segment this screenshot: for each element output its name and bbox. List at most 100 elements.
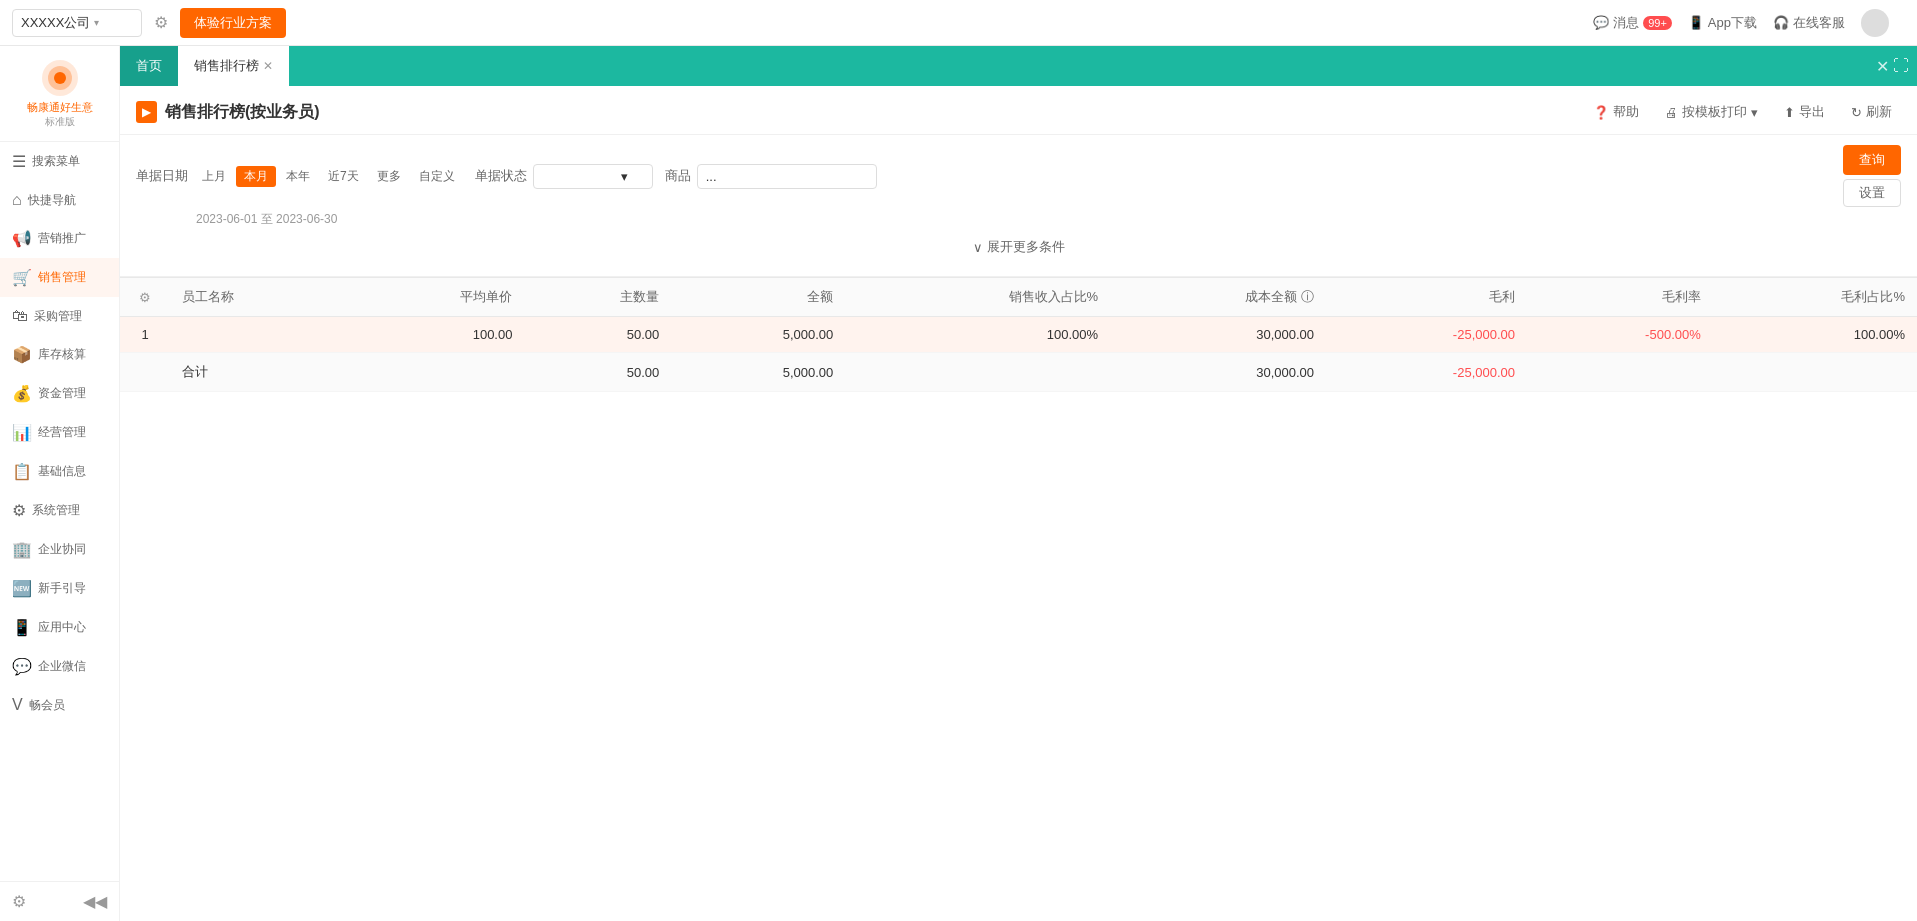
th-gross-pct: 毛利占比%	[1713, 278, 1917, 317]
sidebar-item-member[interactable]: V 畅会员	[0, 686, 119, 724]
cell-rank: 1	[120, 317, 170, 353]
export-icon: ⬆	[1784, 105, 1795, 120]
date-tab-this-year[interactable]: 本年	[278, 166, 318, 187]
status-filter-group: 单据状态 ▾	[475, 164, 653, 189]
headset-icon: 🎧	[1773, 15, 1789, 30]
marketing-label: 营销推广	[38, 230, 86, 247]
th-gear-icon[interactable]: ⚙	[139, 290, 151, 305]
tab-sales-rank[interactable]: 销售排行榜 ✕	[178, 46, 289, 86]
inventory-icon: 📦	[12, 345, 32, 364]
footer-gross-pct	[1713, 353, 1917, 392]
sidebar-item-basic-info[interactable]: 📋 基础信息	[0, 452, 119, 491]
expand-label: 展开更多条件	[987, 238, 1065, 256]
cell-amount: 5,000.00	[671, 317, 845, 353]
sidebar-item-enterprise[interactable]: 🏢 企业协同	[0, 530, 119, 569]
tab-close-icon[interactable]: ✕	[263, 59, 273, 73]
query-button[interactable]: 查询	[1843, 145, 1901, 175]
print-chevron-icon: ▾	[1751, 105, 1758, 120]
operations-icon: 📊	[12, 423, 32, 442]
expand-button[interactable]: ∨ 展开更多条件	[965, 234, 1073, 260]
th-amount: 全额	[671, 278, 845, 317]
date-tab-7days[interactable]: 近7天	[320, 166, 367, 187]
cell-sales-pct: 100.00%	[845, 317, 1110, 353]
sidebar-item-purchase[interactable]: 🛍 采购管理	[0, 297, 119, 335]
maximize-icon[interactable]: ⛶	[1893, 57, 1909, 76]
goods-select[interactable]: ...	[697, 164, 877, 189]
table-body: 1 100.00 50.00 5,000.00 100.00% 30,000.0…	[120, 317, 1917, 353]
sidebar-item-app-center[interactable]: 📱 应用中心	[0, 608, 119, 647]
date-filter-group: 单据日期 上月 本月 本年 近7天 更多 自定义	[136, 166, 463, 187]
footer-gross: -25,000.00	[1326, 353, 1527, 392]
refresh-icon: ↻	[1851, 105, 1862, 120]
system-icon: ⚙	[12, 501, 26, 520]
date-tab-custom[interactable]: 自定义	[411, 166, 463, 187]
close-window-icon[interactable]: ✕	[1876, 57, 1889, 76]
footer-row: 合计 50.00 5,000.00 30,000.00 -25,000.00	[120, 353, 1917, 392]
template-print-button[interactable]: 🖨 按模板打印 ▾	[1656, 98, 1767, 126]
tab-home[interactable]: 首页	[120, 46, 178, 86]
date-tab-last-month[interactable]: 上月	[194, 166, 234, 187]
date-range-text: 2023-06-01 至 2023-06-30	[196, 212, 337, 226]
sidebar-item-search-order[interactable]: ☰ 搜索菜单	[0, 142, 119, 181]
tab-bar: 首页 销售排行榜 ✕ ✕ ⛶	[120, 46, 1917, 86]
enterprise-icon: 🏢	[12, 540, 32, 559]
date-tab-this-month[interactable]: 本月	[236, 166, 276, 187]
sidebar-item-quick-nav[interactable]: ⌂ 快捷导航	[0, 181, 119, 219]
expand-icon: ∨	[973, 240, 983, 255]
th-avg-price: 平均单价	[347, 278, 524, 317]
tab-sales-rank-label: 销售排行榜	[194, 57, 259, 75]
collapse-icon[interactable]: ◀◀	[83, 892, 107, 911]
goods-placeholder: ...	[706, 169, 717, 184]
date-tab-more[interactable]: 更多	[369, 166, 409, 187]
sidebar-item-marketing[interactable]: 📢 营销推广	[0, 219, 119, 258]
date-filter-label: 单据日期	[136, 167, 188, 185]
gear-bottom-icon[interactable]: ⚙	[12, 892, 26, 911]
toggle-collapse-btn[interactable]: ▶	[136, 101, 157, 123]
table-head: ⚙ 员工名称 平均单价 主数量 全额 销售收入占比% 成本全额 ⓘ 毛利 毛利率…	[120, 278, 1917, 317]
app-center-label: 应用中心	[38, 619, 86, 636]
top-bar: XXXXX公司 ▾ ⚙ 体验行业方案 💬 消息 99+ 📱 App下载 🎧 在线…	[0, 0, 1917, 46]
footer-avg-price	[347, 353, 524, 392]
company-selector[interactable]: XXXXX公司 ▾	[12, 9, 142, 37]
cell-avg-price: 100.00	[347, 317, 524, 353]
app-download-item[interactable]: 📱 App下载	[1688, 14, 1757, 32]
cell-gross-pct: 100.00%	[1713, 317, 1917, 353]
company-chevron-icon: ▾	[94, 17, 99, 28]
status-select[interactable]: ▾	[533, 164, 653, 189]
sidebar-item-capital[interactable]: 💰 资金管理	[0, 374, 119, 413]
operations-label: 经营管理	[38, 424, 86, 441]
online-service-item[interactable]: 🎧 在线客服	[1773, 14, 1845, 32]
page-header: ▶ 销售排行榜(按业务员) ❓ 帮助 🖨 按模板打印 ▾ ⬆ 导	[120, 86, 1917, 135]
refresh-button[interactable]: ↻ 刷新	[1842, 98, 1901, 126]
message-label: 消息	[1613, 14, 1639, 32]
member-label: 畅会员	[29, 697, 65, 714]
goods-filter-label: 商品	[665, 167, 691, 185]
sidebar-item-inventory[interactable]: 📦 库存核算	[0, 335, 119, 374]
sidebar-item-system[interactable]: ⚙ 系统管理	[0, 491, 119, 530]
table-settings-button[interactable]: 设置	[1843, 179, 1901, 207]
svg-point-2	[54, 72, 66, 84]
query-col: 查询 设置	[1843, 145, 1901, 207]
app-download-label: App下载	[1708, 14, 1757, 32]
avatar[interactable]	[1861, 9, 1889, 37]
sidebar-item-sales[interactable]: 🛒 销售管理	[0, 258, 119, 297]
try-industry-button[interactable]: 体验行业方案	[180, 8, 286, 38]
settings-icon[interactable]: ⚙	[150, 9, 172, 36]
footer-label: 合计	[170, 353, 347, 392]
purchase-icon: 🛍	[12, 307, 28, 325]
company-name: XXXXX公司	[21, 14, 90, 32]
sidebar-item-operations[interactable]: 📊 经营管理	[0, 413, 119, 452]
sidebar-item-guide[interactable]: 🆕 新手引导	[0, 569, 119, 608]
cell-cost: 30,000.00	[1110, 317, 1326, 353]
member-icon: V	[12, 696, 23, 714]
sidebar-item-wechat[interactable]: 💬 企业微信	[0, 647, 119, 686]
message-item[interactable]: 💬 消息 99+	[1593, 14, 1672, 32]
inventory-label: 库存核算	[38, 346, 86, 363]
quick-nav-icon: ⌂	[12, 191, 22, 209]
th-sales-pct: 销售收入占比%	[845, 278, 1110, 317]
main-layout: 畅康通好生意 标准版 ☰ 搜索菜单 ⌂ 快捷导航 📢 营销推广 🛒 销售管理 🛍…	[0, 46, 1917, 921]
help-button[interactable]: ❓ 帮助	[1584, 98, 1648, 126]
footer-sales-pct	[845, 353, 1110, 392]
export-button[interactable]: ⬆ 导出	[1775, 98, 1834, 126]
th-gross: 毛利	[1326, 278, 1527, 317]
